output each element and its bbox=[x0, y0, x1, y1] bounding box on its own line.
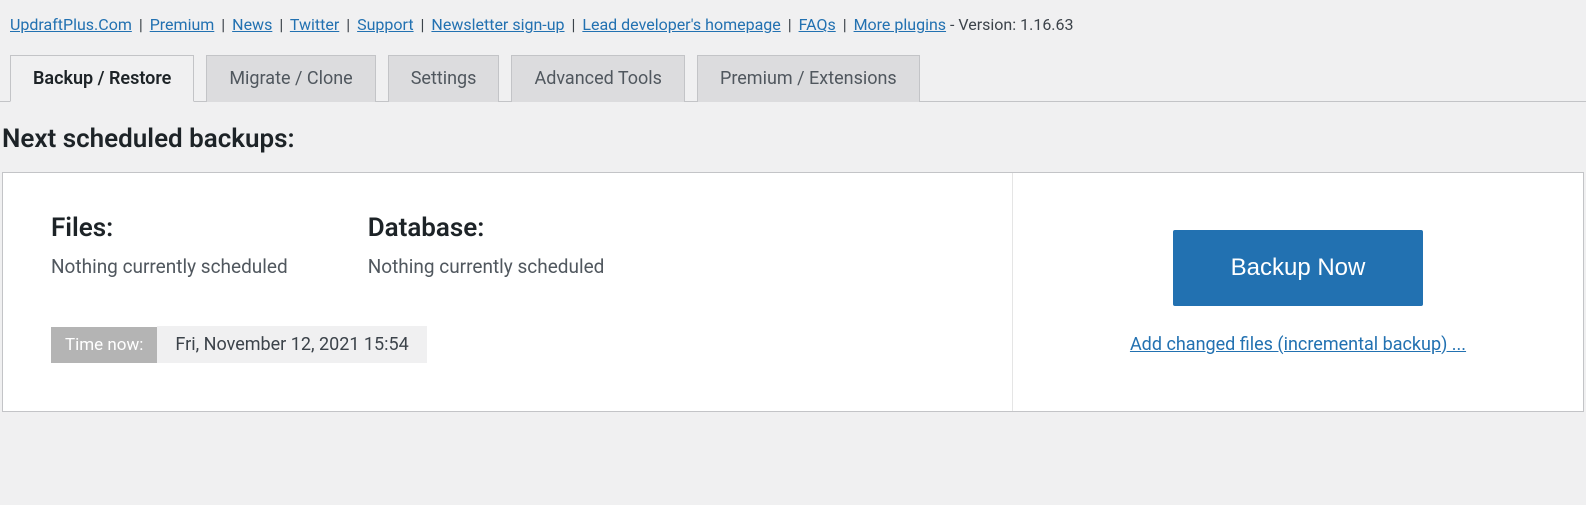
incremental-backup-link[interactable]: Add changed files (incremental backup) .… bbox=[1130, 334, 1466, 355]
link-twitter[interactable]: Twitter bbox=[290, 15, 339, 34]
tab-premium-extensions[interactable]: Premium / Extensions bbox=[697, 55, 920, 102]
schedule-row: Files: Nothing currently scheduled Datab… bbox=[51, 213, 964, 278]
link-news[interactable]: News bbox=[232, 15, 272, 34]
time-now-row: Time now: Fri, November 12, 2021 15:54 bbox=[51, 326, 964, 363]
files-schedule-block: Files: Nothing currently scheduled bbox=[51, 213, 288, 278]
backup-now-button[interactable]: Backup Now bbox=[1173, 230, 1424, 306]
link-more-plugins[interactable]: More plugins bbox=[854, 15, 946, 34]
tab-migrate-clone[interactable]: Migrate / Clone bbox=[206, 55, 375, 102]
link-faqs[interactable]: FAQs bbox=[799, 15, 836, 34]
time-now-label: Time now: bbox=[51, 327, 157, 363]
database-schedule-block: Database: Nothing currently scheduled bbox=[368, 213, 605, 278]
link-lead-developer[interactable]: Lead developer's homepage bbox=[582, 15, 780, 34]
tab-advanced-tools[interactable]: Advanced Tools bbox=[511, 55, 685, 102]
link-premium[interactable]: Premium bbox=[150, 15, 215, 34]
time-now-value: Fri, November 12, 2021 15:54 bbox=[157, 326, 426, 363]
link-newsletter[interactable]: Newsletter sign-up bbox=[431, 15, 564, 34]
tabs-nav: Backup / Restore Migrate / Clone Setting… bbox=[0, 54, 1586, 102]
link-updraftplus[interactable]: UpdraftPlus.Com bbox=[10, 15, 132, 34]
schedule-panel: Files: Nothing currently scheduled Datab… bbox=[2, 172, 1584, 412]
tab-backup-restore[interactable]: Backup / Restore bbox=[10, 55, 194, 102]
files-label: Files: bbox=[51, 213, 288, 243]
database-label: Database: bbox=[368, 213, 605, 243]
section-heading: Next scheduled backups: bbox=[2, 102, 1586, 172]
panel-left: Files: Nothing currently scheduled Datab… bbox=[3, 173, 1013, 411]
top-links-bar: UpdraftPlus.Com | Premium | News | Twitt… bbox=[0, 0, 1586, 54]
link-support[interactable]: Support bbox=[357, 15, 413, 34]
tab-settings[interactable]: Settings bbox=[388, 55, 500, 102]
panel-right: Backup Now Add changed files (incrementa… bbox=[1013, 173, 1583, 411]
files-status: Nothing currently scheduled bbox=[51, 255, 288, 278]
version-text: - Version: 1.16.63 bbox=[950, 15, 1074, 34]
database-status: Nothing currently scheduled bbox=[368, 255, 605, 278]
